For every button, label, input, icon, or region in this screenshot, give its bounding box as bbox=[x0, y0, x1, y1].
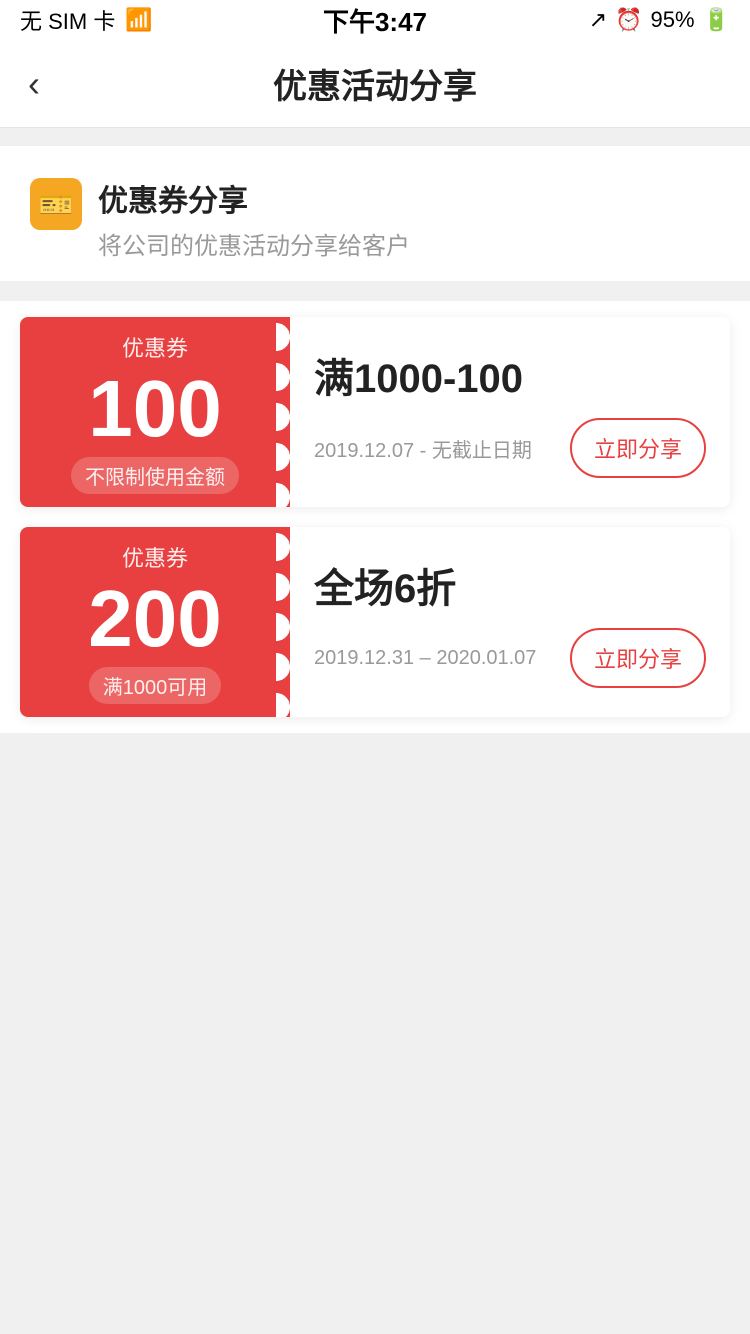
coupon-label-2: 优惠券 bbox=[122, 541, 188, 573]
section-subtitle: 将公司的优惠活动分享给客户 bbox=[98, 226, 410, 261]
coupon-condition-2: 满1000可用 bbox=[89, 667, 222, 704]
coupon-left-2: 优惠券 200 满1000可用 bbox=[20, 527, 290, 717]
coupon-condition-1: 不限制使用金额 bbox=[71, 457, 239, 494]
coupon-name-2: 全场6折 bbox=[314, 556, 706, 614]
carrier-text: 无 SIM 卡 bbox=[20, 4, 115, 36]
location-icon: ↗ bbox=[589, 7, 607, 33]
status-left: 无 SIM 卡 📶 bbox=[20, 4, 153, 36]
section-text: 优惠券分享 将公司的优惠活动分享给客户 bbox=[98, 176, 410, 261]
bottom-background bbox=[0, 733, 750, 1333]
coupon-date-1: 2019.12.07 - 无截止日期 bbox=[314, 434, 560, 463]
coupon-label-1: 优惠券 bbox=[122, 331, 188, 363]
coupons-separator bbox=[0, 283, 750, 301]
coupon-bottom-row-2: 2019.12.31 – 2020.01.07 立即分享 bbox=[314, 628, 706, 688]
coupon-card-2: 优惠券 200 满1000可用 全场6折 2019.12.31 – 2020.0… bbox=[20, 527, 730, 717]
coupon-bottom-row-1: 2019.12.07 - 无截止日期 立即分享 bbox=[314, 418, 706, 478]
battery-icon: 🔋 bbox=[703, 7, 730, 33]
section-icon: 🎫 bbox=[30, 178, 82, 230]
section-title: 优惠券分享 bbox=[98, 176, 410, 220]
coupon-value-2: 200 bbox=[88, 579, 221, 659]
coupon-date-2: 2019.12.31 – 2020.01.07 bbox=[314, 647, 560, 670]
page-title: 优惠活动分享 bbox=[273, 59, 477, 108]
battery-text: 95% bbox=[651, 7, 695, 33]
coupon-right-2: 全场6折 2019.12.31 – 2020.01.07 立即分享 bbox=[290, 527, 730, 717]
coupon-share-button-1[interactable]: 立即分享 bbox=[570, 418, 706, 478]
coupon-value-1: 100 bbox=[88, 369, 221, 449]
coupon-name-1: 满1000-100 bbox=[314, 346, 706, 404]
nav-bar: ‹ 优惠活动分享 bbox=[0, 40, 750, 128]
status-right: ↗ ⏰ 95% 🔋 bbox=[589, 7, 730, 33]
status-time: 下午3:47 bbox=[323, 2, 427, 39]
coupons-list: 优惠券 100 不限制使用金额 满1000-100 2019.12.07 - 无… bbox=[0, 301, 750, 733]
coupon-right-1: 满1000-100 2019.12.07 - 无截止日期 立即分享 bbox=[290, 317, 730, 507]
alarm-icon: ⏰ bbox=[615, 7, 642, 33]
coupon-card-1: 优惠券 100 不限制使用金额 满1000-100 2019.12.07 - 无… bbox=[20, 317, 730, 507]
back-button[interactable]: ‹ bbox=[28, 63, 40, 105]
section-header: 🎫 优惠券分享 将公司的优惠活动分享给客户 bbox=[0, 146, 750, 281]
coupon-share-button-2[interactable]: 立即分享 bbox=[570, 628, 706, 688]
coupon-left-1: 优惠券 100 不限制使用金额 bbox=[20, 317, 290, 507]
section-separator bbox=[0, 128, 750, 146]
status-bar: 无 SIM 卡 📶 下午3:47 ↗ ⏰ 95% 🔋 bbox=[0, 0, 750, 40]
wifi-icon: 📶 bbox=[125, 7, 152, 33]
